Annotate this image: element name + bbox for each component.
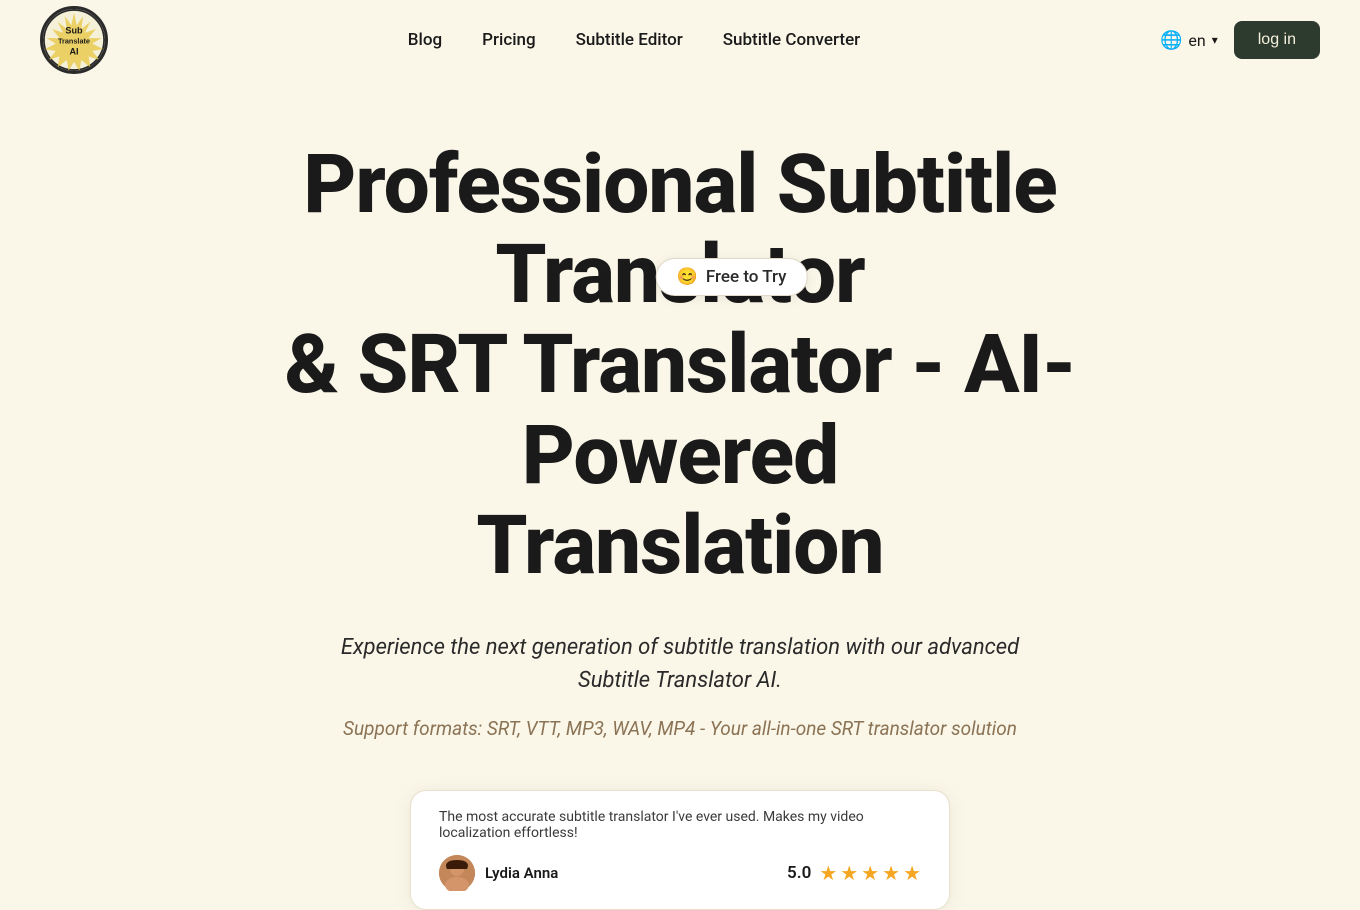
star-2: ★	[840, 861, 858, 885]
login-button[interactable]: log in	[1234, 21, 1320, 59]
nav-item-blog[interactable]: Blog	[408, 30, 442, 50]
nav-link-blog[interactable]: Blog	[408, 30, 442, 50]
review-card: The most accurate subtitle translator I'…	[410, 790, 950, 910]
hero-subtitle: Experience the next generation of subtit…	[330, 631, 1030, 697]
rating-score: 5.0	[787, 863, 811, 883]
hero-title-line3: Translation	[476, 498, 883, 594]
nav-item-pricing[interactable]: Pricing	[482, 30, 536, 50]
navbar: Sub Translate AI Blog Pricing Subtitle E…	[0, 0, 1360, 80]
avatar	[439, 855, 475, 891]
hero-formats: Support formats: SRT, VTT, MP3, WAV, MP4…	[343, 717, 1017, 740]
review-text: The most accurate subtitle translator I'…	[439, 809, 921, 841]
svg-text:Translate: Translate	[58, 37, 90, 46]
star-5: ★	[903, 861, 921, 885]
free-to-try-badge: 😊 Free to Try	[656, 258, 808, 296]
hero-section: Professional Subtitle Translator & SRT T…	[0, 80, 1360, 910]
nav-link-subtitle-converter[interactable]: Subtitle Converter	[723, 30, 860, 50]
nav-item-subtitle-converter[interactable]: Subtitle Converter	[723, 30, 860, 50]
nav-links: Blog Pricing Subtitle Editor Subtitle Co…	[408, 30, 860, 50]
star-3: ★	[861, 861, 879, 885]
star-1: ★	[819, 861, 837, 885]
star-4: ★	[882, 861, 900, 885]
free-badge-text: Free to Try	[706, 267, 787, 287]
nav-item-subtitle-editor[interactable]: Subtitle Editor	[576, 30, 683, 50]
globe-icon: 🌐	[1160, 30, 1182, 51]
avatar-svg	[439, 855, 475, 891]
logo-circle: Sub Translate AI	[40, 6, 108, 74]
nav-right: 🌐 en ▾ log in	[1160, 21, 1320, 59]
rating-section: 5.0 ★ ★ ★ ★ ★	[787, 861, 921, 885]
hero-title-line2: & SRT Translator - AI-Powered	[284, 317, 1075, 503]
svg-text:Sub: Sub	[65, 26, 83, 36]
hero-title: Professional Subtitle Translator & SRT T…	[130, 140, 1230, 591]
chevron-down-icon: ▾	[1212, 33, 1218, 47]
stars: ★ ★ ★ ★ ★	[819, 861, 921, 885]
logo[interactable]: Sub Translate AI	[40, 6, 108, 74]
nav-link-subtitle-editor[interactable]: Subtitle Editor	[576, 30, 683, 50]
nav-link-pricing[interactable]: Pricing	[482, 30, 536, 50]
language-label: en	[1188, 31, 1205, 50]
free-badge-emoji: 😊	[677, 267, 698, 287]
logo-svg: Sub Translate AI	[43, 6, 105, 74]
language-selector[interactable]: 🌐 en ▾	[1160, 30, 1218, 51]
svg-text:AI: AI	[69, 47, 78, 57]
reviewer-name: Lydia Anna	[485, 864, 558, 882]
review-footer: Lydia Anna 5.0 ★ ★ ★ ★ ★	[439, 855, 921, 891]
reviewer-info: Lydia Anna	[439, 855, 558, 891]
